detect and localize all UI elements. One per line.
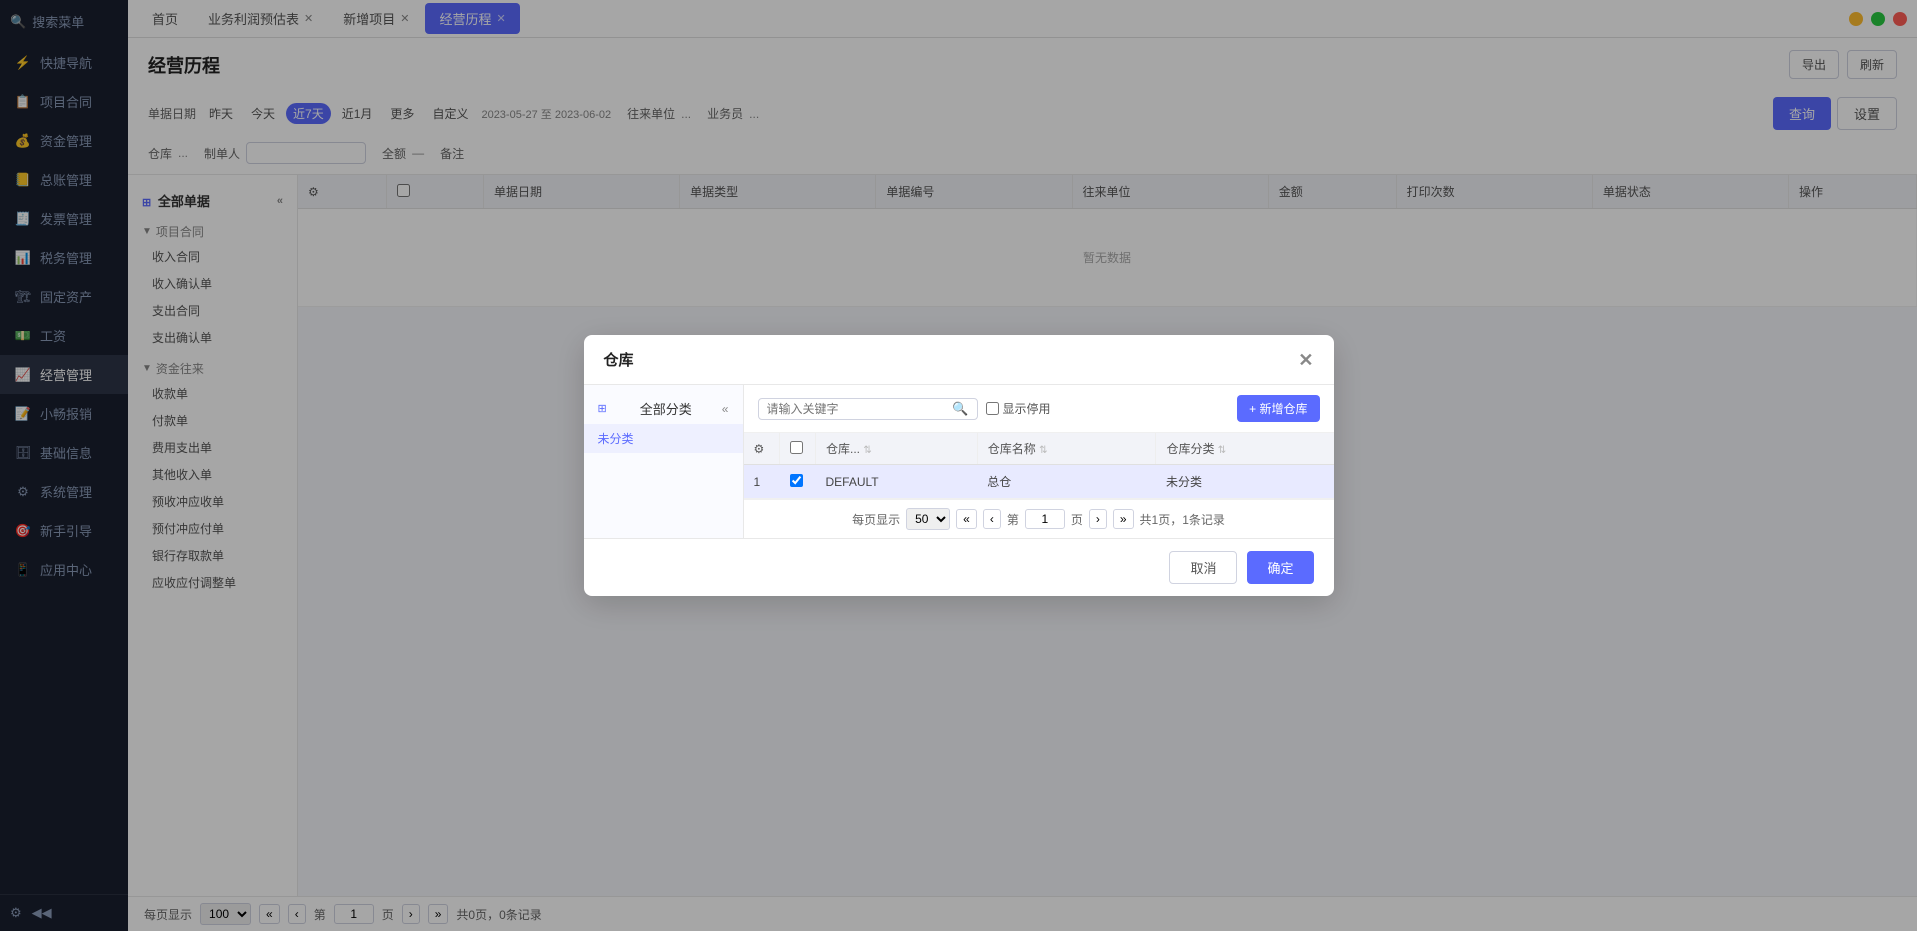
add-warehouse-button[interactable]: + 新增仓库 bbox=[1237, 395, 1319, 422]
modal-table-wrap: ⚙ 仓库... ⇅ 仓库名称 ⇅ bbox=[744, 433, 1334, 499]
modal-th-code: 仓库... ⇅ bbox=[816, 433, 978, 465]
modal-select-all[interactable] bbox=[790, 441, 803, 454]
modal-row-num: 1 bbox=[744, 465, 780, 499]
modal-cat-item-uncategorized[interactable]: 未分类 bbox=[584, 424, 743, 453]
modal-pagination: 每页显示 50 « ‹ 第 页 › » 共1页，1条记录 bbox=[744, 499, 1334, 538]
sort-name-icon[interactable]: ⇅ bbox=[1039, 445, 1047, 456]
modal-total-text: 共1页，1条记录 bbox=[1140, 511, 1225, 528]
modal-page-label: 第 bbox=[1007, 511, 1019, 528]
modal-per-page-label: 每页显示 bbox=[852, 511, 900, 528]
modal-prev-btn[interactable]: ‹ bbox=[983, 509, 1001, 529]
modal-page-suffix: 页 bbox=[1071, 511, 1083, 528]
sort-cat-icon[interactable]: ⇅ bbox=[1218, 445, 1226, 456]
sort-code-icon[interactable]: ⇅ bbox=[863, 445, 871, 456]
modal-next-btn[interactable]: › bbox=[1089, 509, 1107, 529]
modal-th-checkbox[interactable] bbox=[780, 433, 816, 465]
modal-row-code: DEFAULT bbox=[816, 465, 978, 499]
modal-row-name: 总仓 bbox=[977, 465, 1156, 499]
modal-title: 仓库 bbox=[604, 349, 634, 370]
modal-first-btn[interactable]: « bbox=[956, 509, 977, 529]
modal-th-category: 仓库分类 ⇅ bbox=[1156, 433, 1334, 465]
cancel-button[interactable]: 取消 bbox=[1169, 551, 1237, 584]
modal-left-panel: ⊞ 全部分类 « 未分类 bbox=[584, 385, 744, 538]
modal-right-panel: 🔍 显示停用 + 新增仓库 ⚙ bbox=[744, 385, 1334, 538]
show-disabled-checkbox[interactable] bbox=[986, 402, 999, 415]
modal-th-name: 仓库名称 ⇅ bbox=[977, 433, 1156, 465]
modal-left-header[interactable]: ⊞ 全部分类 « bbox=[584, 393, 743, 424]
modal-close-icon[interactable]: ✕ bbox=[1298, 351, 1313, 369]
modal-last-btn[interactable]: » bbox=[1113, 509, 1134, 529]
show-disabled-label[interactable]: 显示停用 bbox=[986, 400, 1051, 417]
modal-header: 仓库 ✕ bbox=[584, 335, 1334, 385]
modal-row-category: 未分类 bbox=[1156, 465, 1334, 499]
modal-table: ⚙ 仓库... ⇅ 仓库名称 ⇅ bbox=[744, 433, 1334, 499]
modal-search-input[interactable] bbox=[767, 402, 953, 416]
modal-row-checkbox[interactable] bbox=[780, 465, 816, 499]
modal-body: ⊞ 全部分类 « 未分类 🔍 显示停用 bbox=[584, 385, 1334, 538]
modal-toolbar: 🔍 显示停用 + 新增仓库 bbox=[744, 385, 1334, 433]
modal-th-settings[interactable]: ⚙ bbox=[744, 433, 780, 465]
confirm-button[interactable]: 确定 bbox=[1247, 551, 1313, 584]
modal-overlay: 仓库 ✕ ⊞ 全部分类 « 未分类 🔍 bbox=[0, 0, 1917, 931]
modal-table-row[interactable]: 1 DEFAULT 总仓 未分类 bbox=[744, 465, 1334, 499]
modal-page-input[interactable] bbox=[1025, 509, 1065, 529]
modal-collapse-icon[interactable]: « bbox=[722, 402, 729, 416]
warehouse-modal: 仓库 ✕ ⊞ 全部分类 « 未分类 🔍 bbox=[584, 335, 1334, 596]
modal-search-icon: 🔍 bbox=[952, 401, 968, 417]
modal-footer: 取消 确定 bbox=[584, 538, 1334, 596]
modal-per-page-select[interactable]: 50 bbox=[906, 508, 950, 530]
